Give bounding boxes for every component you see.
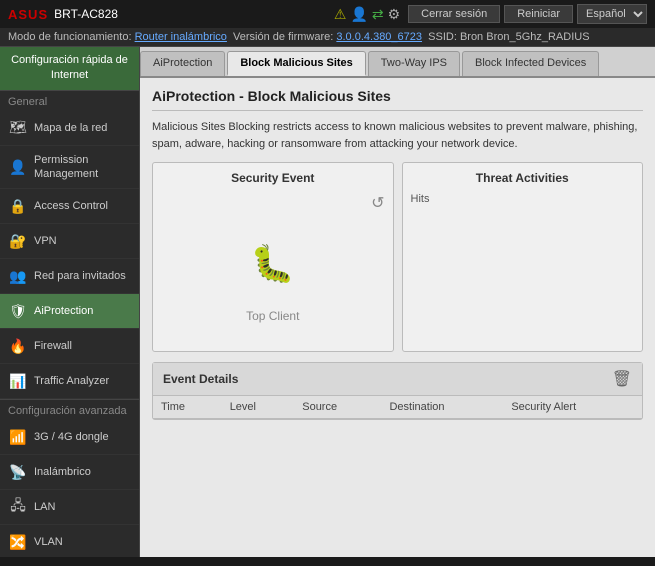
info-bar: Modo de funcionamiento: Router inalámbri… [0,28,655,47]
hits-label: Hits [411,193,430,205]
sidebar-label-red: Red para invitados [34,270,126,282]
sidebar-label-dongle: 3G / 4G dongle [34,431,109,443]
event-table-header-row: Time Level Source Destination Security A… [153,396,642,419]
bug-icon: 🐛 [250,243,295,285]
event-details-title: Event Details [163,372,238,386]
sidebar-item-inalambrico[interactable]: 📡 Inalámbrico [0,455,139,490]
main-layout: Configuración rápida de Internet General… [0,47,655,557]
map-icon: 🗺 [8,118,28,138]
sidebar-item-mapa[interactable]: 🗺 Mapa de la red [0,111,139,146]
quick-internet-button[interactable]: Configuración rápida de Internet [0,47,139,90]
model-name: BRT-AC828 [54,7,118,21]
aiprotection-icon: 🛡 [8,301,28,321]
sidebar-label-access: Access Control [34,200,108,212]
threat-activities-title: Threat Activities [411,171,635,185]
quick-internet-label: Configuración rápida de Internet [11,54,128,81]
col-level: Level [222,396,295,419]
sidebar-item-access[interactable]: 🔒 Access Control [0,189,139,224]
user-icon: 👤 [350,6,367,23]
threat-activities-panel: Threat Activities Hits [402,162,644,352]
network-icon: ⇄ [372,6,384,23]
sidebar-item-vpn[interactable]: 🔐 VPN [0,224,139,259]
col-destination: Destination [381,396,503,419]
page-title: AiProtection - Block Malicious Sites [152,88,643,111]
sidebar-label-traffic: Traffic Analyzer [34,375,109,387]
sidebar-item-lan[interactable]: 🖧 LAN [0,490,139,525]
sidebar-item-traffic[interactable]: 📊 Traffic Analyzer [0,364,139,399]
trash-icon[interactable]: 🗑 [612,369,632,389]
dongle-icon: 📶 [8,427,28,447]
sidebar: Configuración rápida de Internet General… [0,47,140,557]
advanced-section-label: Configuración avanzada [0,399,139,420]
col-time: Time [153,396,222,419]
sidebar-label-lan: LAN [34,501,55,513]
event-details-header: Event Details 🗑 [153,363,642,396]
vlan-icon: 🔀 [8,532,28,552]
ssid-label: SSID: [425,31,457,43]
top-client-label: Top Client [246,309,299,323]
security-event-title: Security Event [161,171,385,185]
refresh-icon[interactable]: ↺ [371,193,384,213]
lan-icon: 🖧 [8,497,28,517]
traffic-icon: 📊 [8,371,28,391]
tab-aiprotection[interactable]: AiProtection [140,51,225,76]
general-section-label: General [0,90,139,111]
tab-block-malicious[interactable]: Block Malicious Sites [227,51,365,76]
content-area: AiProtection Block Malicious Sites Two-W… [140,47,655,557]
sidebar-item-red[interactable]: 👥 Red para invitados [0,259,139,294]
mode-label: Modo de funcionamiento: [8,31,132,43]
sidebar-label-vlan: VLAN [34,536,63,548]
warning-icon: ⚠ [334,6,347,23]
tab-two-way-ips[interactable]: Two-Way IPS [368,51,460,76]
sidebar-label-mapa: Mapa de la red [34,122,107,134]
sidebar-item-vlan[interactable]: 🔀 VLAN [0,525,139,557]
sidebar-label-aiprotection: AiProtection [34,305,93,317]
status-icons: ⚠ 👤 ⇄ ⚙ [334,6,400,23]
firmware-value[interactable]: 3.0.0.4.380_6723 [336,31,422,43]
sidebar-label-inalambrico: Inalámbrico [34,466,91,478]
col-source: Source [294,396,381,419]
firewall-icon: 🔥 [8,336,28,356]
firmware-label: Versión de firmware: [230,31,333,43]
sidebar-label-vpn: VPN [34,235,57,247]
sidebar-item-aiprotection[interactable]: 🛡 AiProtection [0,294,139,329]
red-icon: 👥 [8,266,28,286]
page-description: Malicious Sites Blocking restricts acces… [152,119,643,152]
ssid-value: Bron Bron_5Ghz_RADIUS [460,31,590,43]
permission-icon: 👤 [8,157,28,177]
access-icon: 🔒 [8,196,28,216]
event-details-panel: Event Details 🗑 Time Level Source Destin… [152,362,643,420]
sidebar-item-firewall[interactable]: 🔥 Firewall [0,329,139,364]
content-body: AiProtection - Block Malicious Sites Mal… [140,78,655,557]
sidebar-item-permission[interactable]: 👤 PermissionManagement [0,146,139,190]
wireless-icon: 📡 [8,462,28,482]
sidebar-label-permission: PermissionManagement [34,153,98,182]
security-event-chart: ↺ 🐛 Top Client [161,193,385,343]
tabs-bar: AiProtection Block Malicious Sites Two-W… [140,47,655,78]
vpn-icon: 🔐 [8,231,28,251]
language-select[interactable]: Español [577,4,647,24]
threat-activities-chart: Hits [411,193,635,343]
col-security-alert: Security Alert [503,396,642,419]
mode-value[interactable]: Router inalámbrico [135,31,227,43]
event-table: Time Level Source Destination Security A… [153,396,642,419]
sidebar-item-dongle[interactable]: 📶 3G / 4G dongle [0,420,139,455]
security-event-panel: Security Event ↺ 🐛 Top Client [152,162,394,352]
restart-button[interactable]: Reiniciar [504,5,573,23]
settings-icon: ⚙ [388,6,401,23]
sidebar-label-firewall: Firewall [34,340,72,352]
tab-block-infected[interactable]: Block Infected Devices [462,51,599,76]
logout-button[interactable]: Cerrar sesión [408,5,500,23]
charts-container: Security Event ↺ 🐛 Top Client Threat Act… [152,162,643,352]
asus-logo: ASUS [8,7,48,22]
top-bar: ASUS BRT-AC828 ⚠ 👤 ⇄ ⚙ Cerrar sesión Rei… [0,0,655,28]
